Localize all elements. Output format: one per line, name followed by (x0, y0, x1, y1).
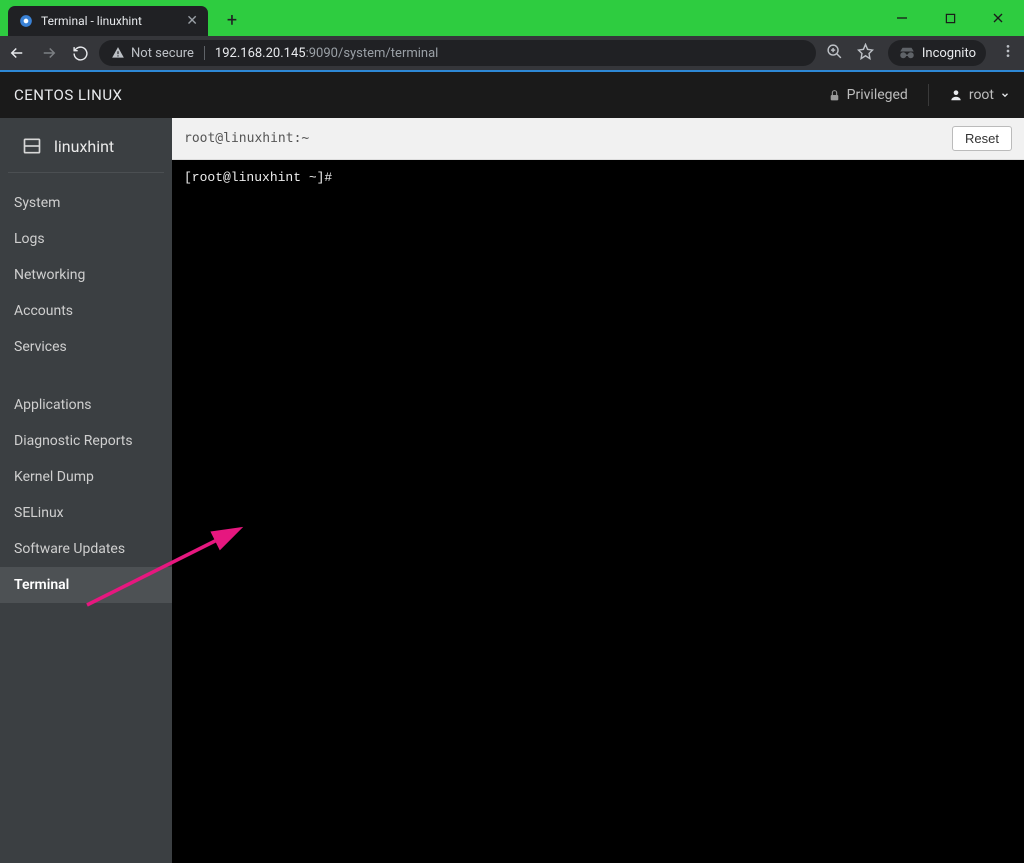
sidebar-item-logs[interactable]: Logs (0, 221, 172, 257)
sidebar-group-core: System Logs Networking Accounts Services (0, 185, 172, 365)
sidebar: linuxhint System Logs Networking Account… (0, 118, 172, 863)
cockpit-favicon-icon (18, 13, 34, 29)
sidebar-item-software-updates[interactable]: Software Updates (0, 531, 172, 567)
bookmark-icon[interactable] (857, 43, 874, 64)
zoom-icon[interactable] (826, 43, 843, 64)
terminal-path: root@linuxhint:~ (184, 131, 309, 146)
window-titlebar: Terminal - linuxhint ✕ + (0, 0, 1024, 36)
nav-buttons (8, 44, 89, 62)
sidebar-item-terminal[interactable]: Terminal (0, 567, 172, 603)
privileged-indicator[interactable]: Privileged (828, 87, 908, 103)
sidebar-item-accounts[interactable]: Accounts (0, 293, 172, 329)
user-label: root (969, 87, 994, 103)
sidebar-item-services[interactable]: Services (0, 329, 172, 365)
lock-icon (828, 89, 841, 102)
user-icon (949, 88, 963, 102)
privileged-label: Privileged (847, 87, 908, 103)
toolbar-right: Incognito (826, 40, 1016, 66)
sidebar-item-networking[interactable]: Networking (0, 257, 172, 293)
url-text: 192.168.20.145:9090/system/terminal (215, 46, 438, 61)
sidebar-spacer (0, 365, 172, 387)
window-controls (882, 3, 1024, 33)
sidebar-item-system[interactable]: System (0, 185, 172, 221)
incognito-chip[interactable]: Incognito (888, 40, 986, 66)
forward-button[interactable] (40, 44, 58, 62)
server-icon (22, 136, 42, 156)
tab-title: Terminal - linuxhint (41, 14, 179, 28)
separator (928, 84, 929, 106)
chevron-down-icon (1000, 90, 1010, 100)
app-body: linuxhint System Logs Networking Account… (0, 118, 1024, 863)
incognito-icon (898, 46, 916, 60)
terminal-body[interactable]: [root@linuxhint ~]# (172, 160, 1024, 863)
sidebar-item-diagnostic-reports[interactable]: Diagnostic Reports (0, 423, 172, 459)
content-pane: root@linuxhint:~ Reset [root@linuxhint ~… (172, 118, 1024, 863)
address-bar: Not secure 192.168.20.145:9090/system/te… (0, 36, 1024, 70)
security-status[interactable]: Not secure (111, 46, 194, 61)
minimize-button[interactable] (882, 3, 922, 33)
close-window-button[interactable] (978, 3, 1018, 33)
browser-menu-icon[interactable] (1000, 43, 1016, 63)
brand-title: CENTOS LINUX (14, 86, 122, 104)
sidebar-host[interactable]: linuxhint (8, 124, 164, 173)
close-tab-icon[interactable]: ✕ (186, 13, 198, 29)
browser-tab[interactable]: Terminal - linuxhint ✕ (8, 6, 208, 36)
url-field[interactable]: Not secure 192.168.20.145:9090/system/te… (99, 40, 816, 66)
tabs-area: Terminal - linuxhint ✕ + (0, 0, 246, 36)
sidebar-item-kernel-dump[interactable]: Kernel Dump (0, 459, 172, 495)
incognito-label: Incognito (922, 46, 976, 61)
terminal-prompt: [root@linuxhint ~]# (184, 170, 1012, 185)
reload-button[interactable] (72, 45, 89, 62)
app-header: CENTOS LINUX Privileged root (0, 70, 1024, 118)
header-right: Privileged root (828, 84, 1010, 106)
back-button[interactable] (8, 44, 26, 62)
sidebar-item-applications[interactable]: Applications (0, 387, 172, 423)
user-menu[interactable]: root (949, 87, 1010, 103)
not-secure-label: Not secure (131, 46, 194, 61)
new-tab-button[interactable]: + (218, 6, 246, 34)
maximize-button[interactable] (930, 3, 970, 33)
warning-icon (111, 46, 125, 60)
reset-button[interactable]: Reset (952, 126, 1012, 151)
sidebar-item-selinux[interactable]: SELinux (0, 495, 172, 531)
sidebar-host-label: linuxhint (54, 137, 114, 156)
sidebar-group-extra: Applications Diagnostic Reports Kernel D… (0, 387, 172, 603)
separator (204, 46, 205, 60)
terminal-header: root@linuxhint:~ Reset (172, 118, 1024, 160)
